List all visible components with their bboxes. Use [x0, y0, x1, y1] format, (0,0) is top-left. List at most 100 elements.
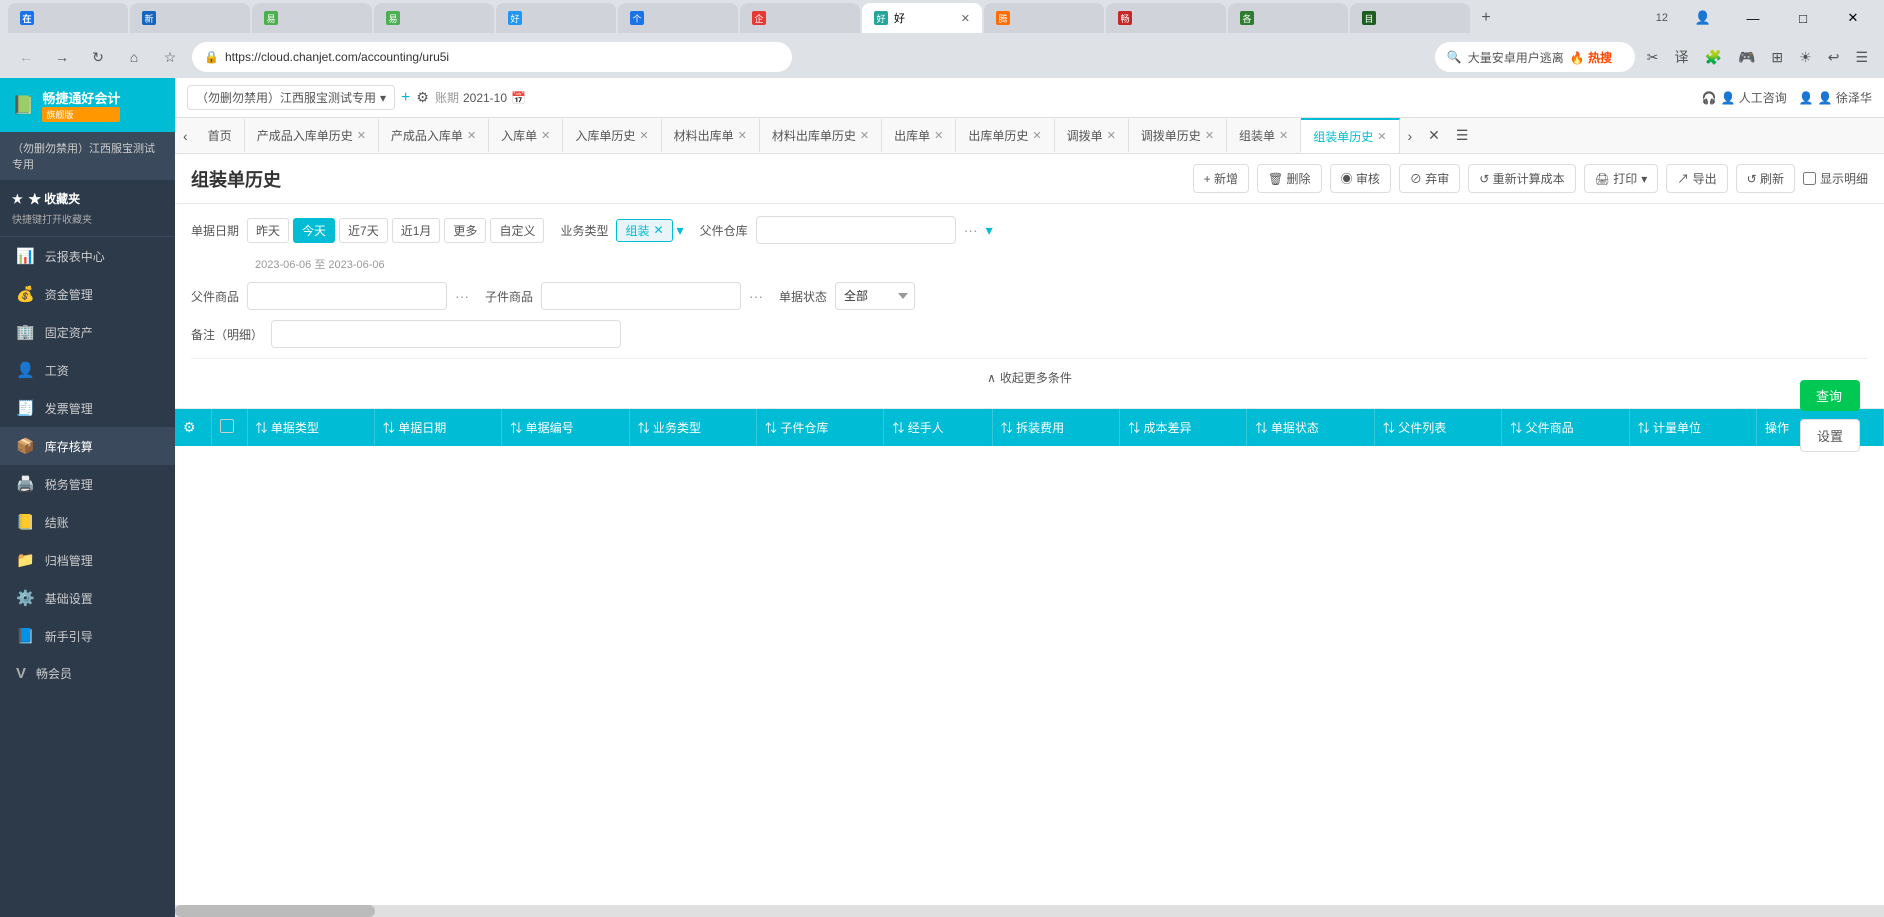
biz-type-tag-close[interactable]: ✕: [653, 223, 663, 237]
abandon-audit-button[interactable]: ⊘ 弃审: [1399, 164, 1460, 193]
table-settings-icon[interactable]: ⚙: [183, 419, 196, 435]
more-date-btn[interactable]: 更多: [444, 218, 486, 243]
scrollbar-thumb[interactable]: [175, 905, 375, 917]
delete-button[interactable]: 🗑 删除: [1257, 164, 1322, 193]
browser-tab-8[interactable]: 好 好 ✕: [862, 3, 982, 33]
settings-gear-icon[interactable]: ⚙: [416, 89, 429, 106]
yesterday-btn[interactable]: 昨天: [247, 218, 289, 243]
show-detail-checkbox[interactable]: [1803, 172, 1816, 185]
add-company-button[interactable]: +: [401, 89, 410, 107]
tab-close-material-outbound[interactable]: ✕: [738, 129, 747, 142]
tab-close-material-history[interactable]: ✕: [860, 129, 869, 142]
th-doc-type[interactable]: ⇅ 单据类型: [247, 409, 374, 446]
query-button[interactable]: 查询: [1800, 380, 1860, 411]
tab-more[interactable]: ☰: [1448, 121, 1477, 150]
sidebar-item-guide[interactable]: 📘 新手引导: [0, 617, 175, 655]
today-btn[interactable]: 今天: [293, 218, 335, 243]
th-settings[interactable]: ⚙: [175, 409, 211, 446]
tab-close-assembly[interactable]: ✕: [1279, 129, 1288, 142]
user-profile-button[interactable]: 👤 👤 徐泽华: [1799, 89, 1872, 106]
back-button[interactable]: ←: [12, 43, 40, 71]
scissors-icon[interactable]: ✂: [1643, 45, 1663, 70]
customer-service-button[interactable]: 🎧 👤 人工咨询: [1702, 89, 1787, 106]
sidebar-item-cloud-report[interactable]: 📊 云报表中心: [0, 237, 175, 275]
app-tab-inbound-history[interactable]: 入库单历史 ✕: [563, 119, 661, 152]
company-selector[interactable]: （勿删勿禁用）江西服宝测试专用 ▾: [187, 85, 395, 110]
export-button[interactable]: ↗ 导出: [1666, 164, 1727, 193]
browser-tab-5[interactable]: 好: [496, 3, 616, 33]
game-icon[interactable]: 🎮: [1734, 45, 1759, 70]
tab-close-inbound[interactable]: ✕: [541, 129, 550, 142]
sidebar-item-salary[interactable]: 👤 工资: [0, 351, 175, 389]
app-tab-finished-goods[interactable]: 产成品入库单 ✕: [379, 119, 489, 152]
th-biz-type[interactable]: ⇅ 业务类型: [629, 409, 756, 446]
browser-tab-1[interactable]: 在: [8, 3, 128, 33]
sidebar-item-settings[interactable]: ⚙️ 基础设置: [0, 579, 175, 617]
browser-tab-6[interactable]: 个: [618, 3, 738, 33]
add-button[interactable]: + 新增: [1193, 164, 1249, 193]
grid-icon[interactable]: ⊞: [1767, 45, 1787, 70]
maximize-button[interactable]: □: [1780, 3, 1826, 33]
horizontal-scrollbar[interactable]: [175, 905, 1884, 917]
app-tab-material-outbound[interactable]: 材料出库单 ✕: [662, 119, 760, 152]
tab-scroll-right[interactable]: ›: [1400, 122, 1421, 150]
th-parent-list[interactable]: ⇅ 父件列表: [1374, 409, 1501, 446]
th-child-warehouse[interactable]: ⇅ 子件仓库: [757, 409, 884, 446]
sidebar-favorites[interactable]: ★ ★ 收藏夹 快捷键打开收藏夹: [0, 180, 175, 237]
th-unit[interactable]: ⇅ 计量单位: [1629, 409, 1756, 446]
sidebar-item-fund[interactable]: 💰 资金管理: [0, 275, 175, 313]
sidebar-item-tax[interactable]: 🖨️ 税务管理: [0, 465, 175, 503]
th-doc-no[interactable]: ⇅ 单据编号: [502, 409, 629, 446]
browser-tab-2[interactable]: 新: [130, 3, 250, 33]
browser-tab-9[interactable]: 腾: [984, 3, 1104, 33]
th-doc-status[interactable]: ⇅ 单据状态: [1247, 409, 1374, 446]
address-input[interactable]: 🔒 https://cloud.chanjet.com/accounting/u…: [192, 42, 792, 72]
undo-icon[interactable]: ↩: [1824, 45, 1844, 70]
child-goods-input[interactable]: [541, 282, 741, 310]
translate-icon[interactable]: 译: [1671, 43, 1693, 71]
browser-tab-7[interactable]: 企: [740, 3, 860, 33]
search-box[interactable]: 🔍 大量安卓用户逃离 🔥 热搜: [1435, 42, 1635, 72]
remark-input[interactable]: [271, 320, 621, 348]
parent-goods-input[interactable]: [247, 282, 447, 310]
sidebar-item-archive[interactable]: 📁 归档管理: [0, 541, 175, 579]
tab-close-assembly-history[interactable]: ✕: [1377, 130, 1386, 143]
reload-button[interactable]: ↻: [84, 43, 112, 71]
tab-close-outbound-history[interactable]: ✕: [1032, 129, 1041, 142]
th-parent-goods[interactable]: ⇅ 父件商品: [1502, 409, 1629, 446]
th-doc-date[interactable]: ⇅ 单据日期: [374, 409, 501, 446]
extension-icon[interactable]: 🧩: [1701, 45, 1726, 70]
last1month-btn[interactable]: 近1月: [392, 218, 441, 243]
sidebar-item-invoice[interactable]: 🧾 发票管理: [0, 389, 175, 427]
sidebar-item-accounting[interactable]: 📒 结账: [0, 503, 175, 541]
home-button[interactable]: ⌂: [120, 43, 148, 71]
doc-status-select[interactable]: 全部 已审核 未审核: [835, 282, 915, 310]
print-button[interactable]: 🖨 打印 ▾: [1584, 164, 1659, 193]
biz-type-dropdown[interactable]: ▾: [677, 222, 684, 239]
app-tab-inbound[interactable]: 入库单 ✕: [489, 119, 563, 152]
recalc-cost-button[interactable]: ↺ 重新计算成本: [1468, 164, 1575, 193]
parent-goods-more[interactable]: ···: [455, 288, 469, 304]
forward-button[interactable]: →: [48, 43, 76, 71]
refresh-button[interactable]: ↺ 刷新: [1736, 164, 1795, 193]
app-tab-finished-goods-history[interactable]: 产成品入库单历史 ✕: [245, 119, 379, 152]
audit-button[interactable]: ◉ 审核: [1330, 164, 1391, 193]
app-tab-outbound-history[interactable]: 出库单历史 ✕: [956, 119, 1054, 152]
show-detail-checkbox-group[interactable]: 显示明细: [1803, 170, 1868, 187]
close-button[interactable]: ✕: [1830, 3, 1876, 33]
app-tab-material-outbound-history[interactable]: 材料出库单历史 ✕: [760, 119, 882, 152]
browser-tab-10[interactable]: 畅: [1106, 3, 1226, 33]
child-goods-more[interactable]: ···: [749, 288, 763, 304]
browser-tab-11[interactable]: 各: [1228, 3, 1348, 33]
app-tab-home[interactable]: 首页: [196, 119, 245, 152]
app-tab-assembly[interactable]: 组装单 ✕: [1227, 119, 1301, 152]
sidebar-item-inventory[interactable]: 📦 库存核算: [0, 427, 175, 465]
minimize-button[interactable]: —: [1730, 3, 1776, 33]
parent-warehouse-more[interactable]: ···: [964, 222, 978, 238]
app-tab-assembly-history[interactable]: 组装单历史 ✕: [1301, 118, 1399, 153]
menu-icon[interactable]: ☰: [1851, 45, 1872, 70]
browser-tab-4[interactable]: 易: [374, 3, 494, 33]
browser-tab-12[interactable]: 目: [1350, 3, 1470, 33]
tab-close-transfer[interactable]: ✕: [1107, 129, 1116, 142]
tab-scroll-left[interactable]: ‹: [175, 122, 196, 150]
